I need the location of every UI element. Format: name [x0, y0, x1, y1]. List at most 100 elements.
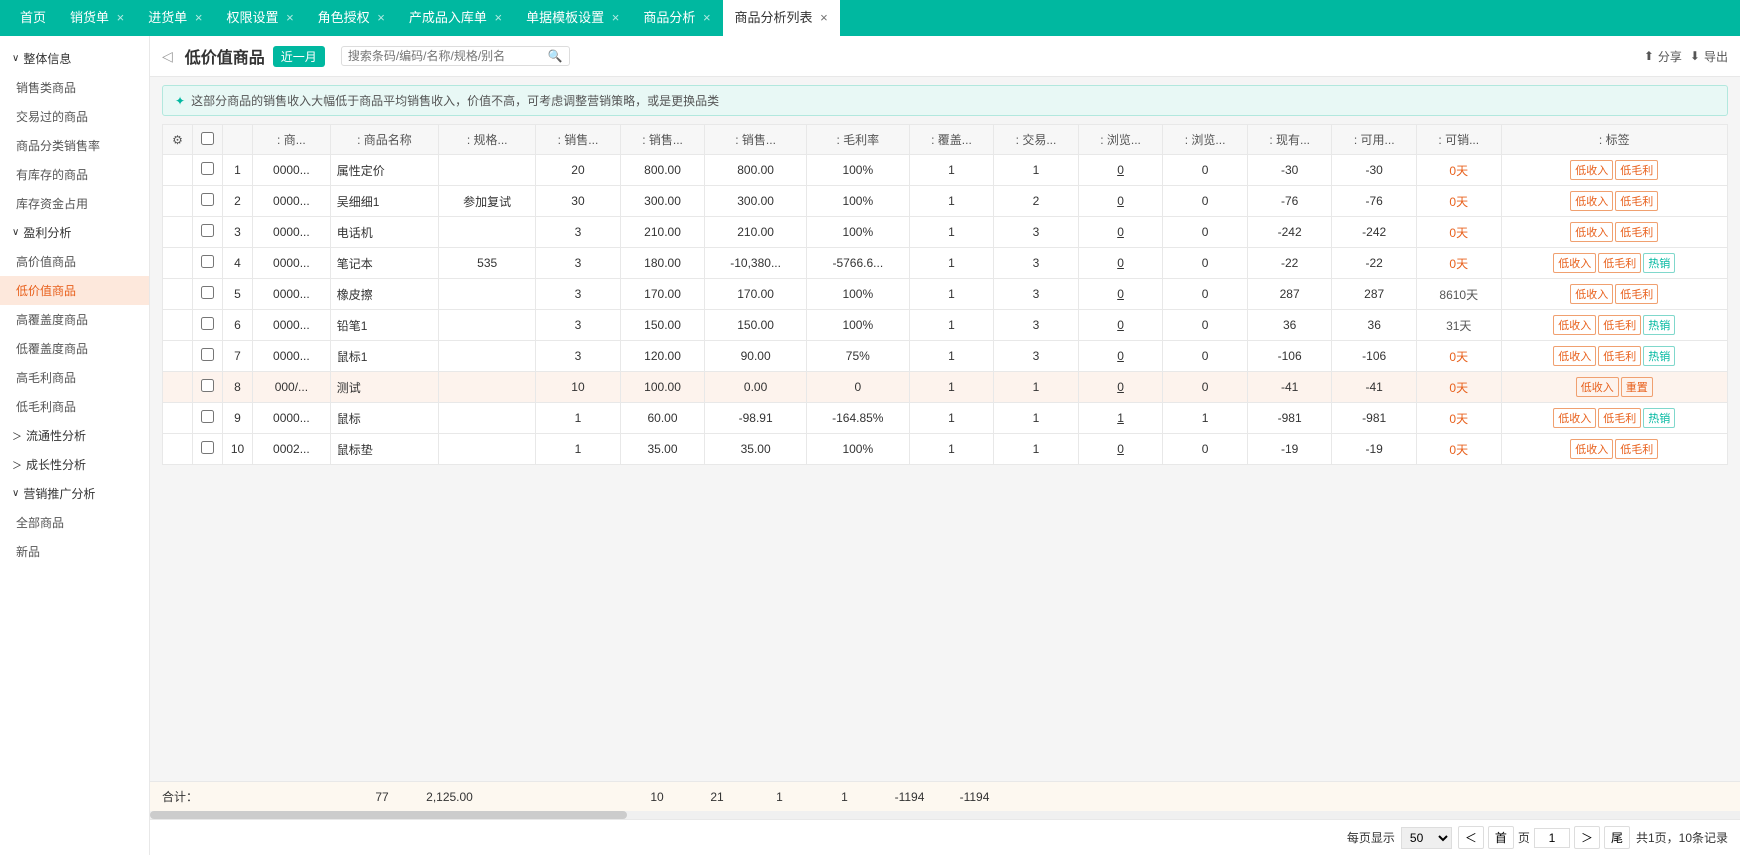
browse1-value[interactable]: 0 [1117, 318, 1124, 332]
column-checkbox[interactable] [193, 125, 223, 155]
horizontal-scrollbar[interactable] [150, 811, 1740, 819]
nav-product-inbound[interactable]: 产成品入库单 × [397, 0, 514, 36]
period-button[interactable]: 近一月 [273, 46, 325, 67]
cell-browse1[interactable]: 0 [1078, 372, 1163, 403]
next-page-btn[interactable]: ＞ [1574, 826, 1600, 849]
row-checkbox[interactable] [201, 410, 214, 423]
sidebar-item-high-margin[interactable]: 高毛利商品 [0, 363, 149, 392]
sidebar-item-stock-capital[interactable]: 库存资金占用 [0, 189, 149, 218]
nav-sales-order[interactable]: 销货单 × [58, 0, 136, 36]
browse1-value[interactable]: 0 [1117, 380, 1124, 394]
sidebar-item-high-coverage[interactable]: 高覆盖度商品 [0, 305, 149, 334]
sidebar-group-circulation[interactable]: ＞ 流通性分析 [0, 421, 149, 450]
cell-browse1[interactable]: 0 [1078, 434, 1163, 465]
scrollbar-thumb[interactable] [150, 811, 627, 819]
row-checkbox[interactable] [201, 286, 214, 299]
column-code[interactable]: : 商... [253, 125, 331, 155]
browse1-value[interactable]: 0 [1117, 194, 1124, 208]
browse1-value[interactable]: 0 [1117, 163, 1124, 177]
close-icon[interactable]: × [195, 10, 203, 25]
cell-browse1[interactable]: 0 [1078, 248, 1163, 279]
sidebar-collapse-btn[interactable]: ◁ [162, 48, 173, 65]
nav-template-settings[interactable]: 单据模板设置 × [514, 0, 631, 36]
nav-home[interactable]: 首页 [8, 0, 58, 36]
row-checkbox[interactable] [201, 224, 214, 237]
nav-purchase-order[interactable]: 进货单 × [136, 0, 214, 36]
close-icon[interactable]: × [377, 10, 385, 25]
cell-check[interactable] [193, 341, 223, 372]
sidebar-item-low-margin[interactable]: 低毛利商品 [0, 392, 149, 421]
close-icon[interactable]: × [286, 10, 294, 25]
row-checkbox[interactable] [201, 193, 214, 206]
sidebar-group-growth[interactable]: ＞ 成长性分析 [0, 450, 149, 479]
share-button[interactable]: ⬆ 分享 [1644, 48, 1682, 65]
column-browse2[interactable]: : 浏览... [1163, 125, 1248, 155]
page-input[interactable] [1534, 828, 1570, 848]
sidebar-item-low-coverage[interactable]: 低覆盖度商品 [0, 334, 149, 363]
column-sellable[interactable]: : 可销... [1416, 125, 1501, 155]
last-page-btn[interactable]: 尾 [1604, 826, 1630, 849]
cell-check[interactable] [193, 186, 223, 217]
sidebar-item-sales-products[interactable]: 销售类商品 [0, 73, 149, 102]
close-icon[interactable]: × [703, 10, 711, 25]
cell-check[interactable] [193, 372, 223, 403]
prev-page-btn[interactable]: 首 [1488, 826, 1514, 849]
cell-check[interactable] [193, 403, 223, 434]
per-page-select[interactable]: 50 100 200 [1401, 827, 1452, 849]
close-icon[interactable]: × [117, 10, 125, 25]
cell-browse1[interactable]: 1 [1078, 403, 1163, 434]
browse1-value[interactable]: 0 [1117, 442, 1124, 456]
sidebar-group-overview[interactable]: ∨ 整体信息 [0, 44, 149, 73]
close-icon[interactable]: × [612, 10, 620, 25]
close-icon[interactable]: × [820, 10, 828, 25]
row-checkbox[interactable] [201, 348, 214, 361]
column-sales-x[interactable]: : 销售... [705, 125, 807, 155]
search-icon[interactable]: 🔍 [548, 49, 563, 63]
cell-browse1[interactable]: 0 [1078, 279, 1163, 310]
sidebar-item-all-products[interactable]: 全部商品 [0, 508, 149, 537]
first-page-btn[interactable]: ＜ [1458, 826, 1484, 849]
row-checkbox[interactable] [201, 317, 214, 330]
select-all-checkbox[interactable] [201, 132, 214, 145]
column-current-stock[interactable]: : 现有... [1247, 125, 1332, 155]
cell-browse1[interactable]: 0 [1078, 186, 1163, 217]
column-transaction[interactable]: : 交易... [994, 125, 1079, 155]
nav-permission[interactable]: 权限设置 × [214, 0, 305, 36]
sidebar-item-stock-products[interactable]: 有库存的商品 [0, 160, 149, 189]
nav-product-analysis[interactable]: 商品分析 × [631, 0, 722, 36]
sidebar-item-traded-products[interactable]: 交易过的商品 [0, 102, 149, 131]
close-icon[interactable]: × [495, 10, 503, 25]
column-gross-rate[interactable]: : 毛利率 [806, 125, 909, 155]
column-available[interactable]: : 可用... [1332, 125, 1417, 155]
browse1-value[interactable]: 0 [1117, 287, 1124, 301]
sidebar-item-category-rate[interactable]: 商品分类销售率 [0, 131, 149, 160]
row-checkbox[interactable] [201, 379, 214, 392]
cell-browse1[interactable]: 0 [1078, 341, 1163, 372]
browse1-value[interactable]: 1 [1117, 411, 1124, 425]
column-name[interactable]: : 商品名称 [330, 125, 438, 155]
column-sales-amt[interactable]: : 销售... [620, 125, 705, 155]
cell-check[interactable] [193, 155, 223, 186]
column-spec[interactable]: : 规格... [439, 125, 536, 155]
cell-browse1[interactable]: 0 [1078, 310, 1163, 341]
sidebar-item-high-value[interactable]: 高价值商品 [0, 247, 149, 276]
row-checkbox[interactable] [201, 255, 214, 268]
column-settings[interactable]: ⚙ [163, 125, 193, 155]
cell-check[interactable] [193, 217, 223, 248]
row-checkbox[interactable] [201, 162, 214, 175]
sidebar-group-profit[interactable]: ∨ 盈利分析 [0, 218, 149, 247]
cell-check[interactable] [193, 434, 223, 465]
cell-browse1[interactable]: 0 [1078, 217, 1163, 248]
cell-check[interactable] [193, 248, 223, 279]
column-sales-qty[interactable]: : 销售... [536, 125, 621, 155]
column-coverage[interactable]: : 覆盖... [909, 125, 994, 155]
browse1-value[interactable]: 0 [1117, 225, 1124, 239]
column-browse1[interactable]: : 浏览... [1078, 125, 1163, 155]
nav-product-analysis-list[interactable]: 商品分析列表 × [723, 0, 840, 36]
column-tags[interactable]: : 标签 [1501, 125, 1727, 155]
cell-browse1[interactable]: 0 [1078, 155, 1163, 186]
sidebar-item-new-products[interactable]: 新品 [0, 537, 149, 566]
export-button[interactable]: ⬇ 导出 [1690, 48, 1728, 65]
sidebar-group-marketing[interactable]: ∨ 营销推广分析 [0, 479, 149, 508]
nav-role-auth[interactable]: 角色授权 × [306, 0, 397, 36]
